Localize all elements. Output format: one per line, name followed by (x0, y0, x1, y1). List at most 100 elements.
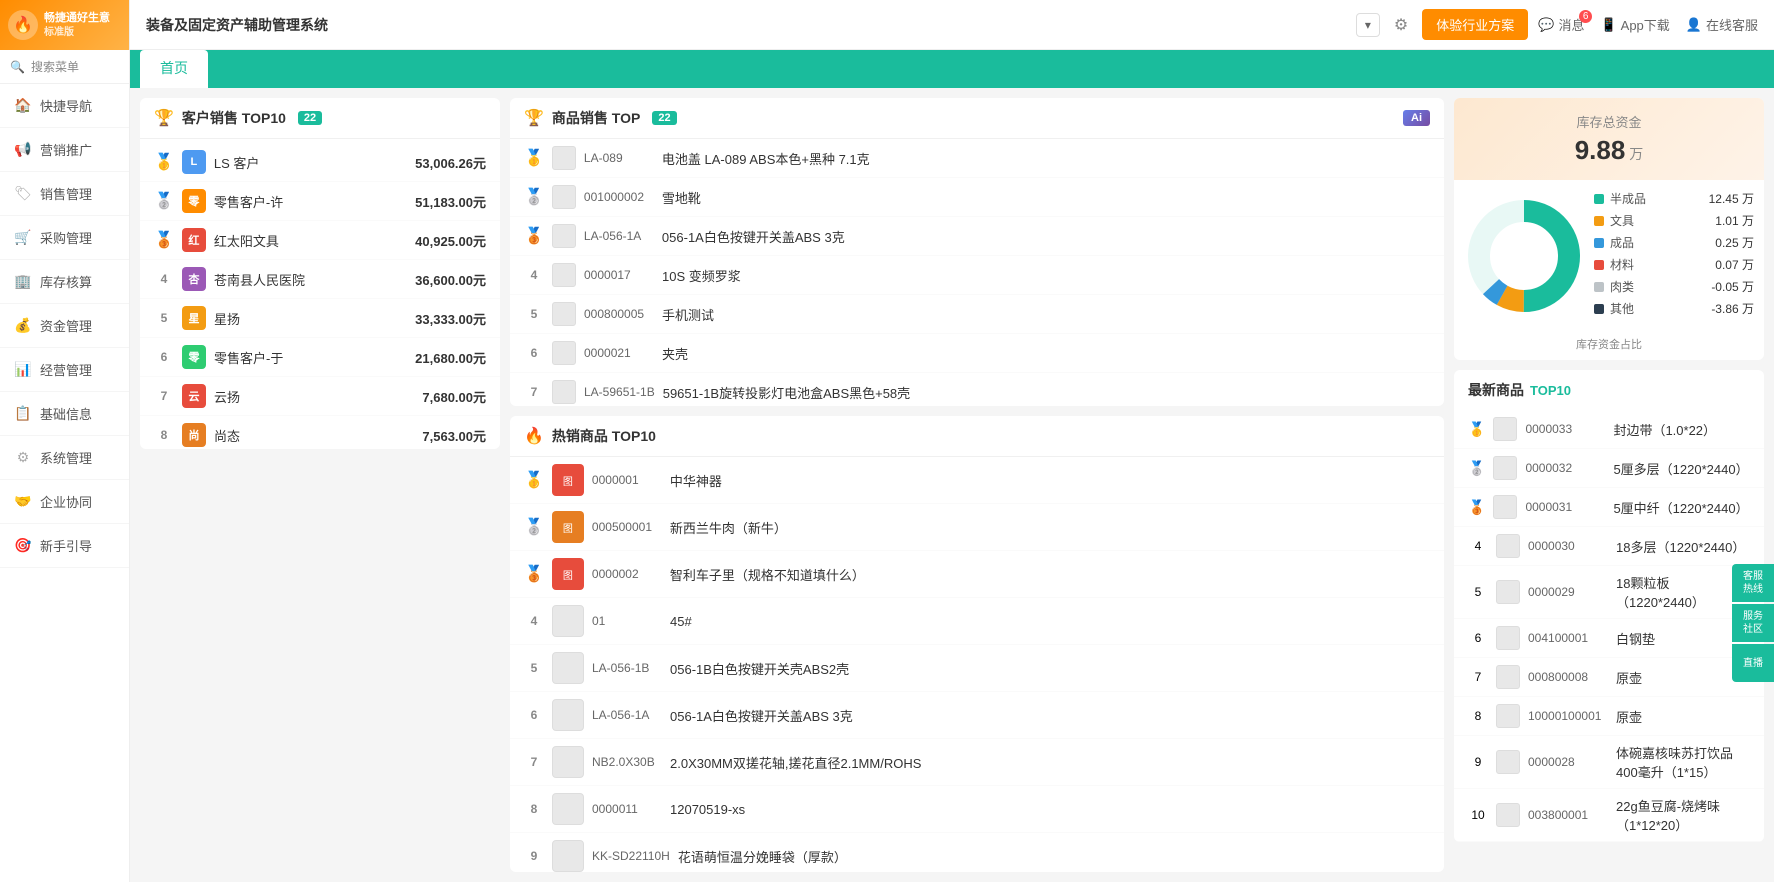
new-product-row: 8 10000100001 原壶 (1454, 697, 1764, 736)
product-img-placeholder (552, 605, 584, 637)
customer-rank-row: 7 云 云扬 7,680.00元 (140, 377, 500, 416)
goods-rank-card: 🏆 商品销售 TOP 22 Ai 🥇 LA-089 电池盖 LA-089 ABS… (510, 98, 1444, 406)
topbar-icon-1: 📱 (1600, 17, 1616, 33)
rank-number: 7 (524, 755, 544, 769)
sidebar-item-8[interactable]: ⚙系统管理 (0, 436, 129, 480)
nav-icon-7: 📋 (14, 405, 32, 423)
sidebar-item-2[interactable]: 🏷销售管理 (0, 172, 129, 216)
float-service-btn-0[interactable]: 客服 热线 (1732, 564, 1774, 602)
customer-amount: 7,563.00元 (422, 426, 486, 445)
medal-silver-icon: 🥈 (524, 517, 544, 537)
medal-silver-icon: 🥈 (154, 191, 174, 211)
customer-avatar: 尚 (182, 423, 206, 447)
float-service-btn-1[interactable]: 服务 社区 (1732, 604, 1774, 642)
goods-img-placeholder (552, 224, 576, 248)
legend-dot (1594, 194, 1604, 204)
float-service-btn-2[interactable]: 直播 (1732, 644, 1774, 682)
rank-number: 6 (524, 346, 544, 360)
customer-rank-row: 🥉 红 红太阳文具 40,925.00元 (140, 221, 500, 260)
sidebar-item-10[interactable]: 🎯新手引导 (0, 524, 129, 568)
customer-name: 星扬 (214, 309, 407, 328)
new-product-row: 🥇 0000033 封边带（1.0*22） (1454, 410, 1764, 449)
product-code: 0000001 (592, 473, 662, 487)
sidebar-item-0[interactable]: 🏠快捷导航 (0, 84, 129, 128)
hot-product-row: 9 KK-SD22110H 花语萌恒温分娩睡袋（厚款） (510, 833, 1444, 872)
goods-rank-row: 🥇 LA-089 电池盖 LA-089 ABS本色+黑种 7.1克 (510, 139, 1444, 178)
hot-product-row: 5 LA-056-1B 056-1B白色按键开关壳ABS2壳 (510, 645, 1444, 692)
topbar-right-item-1[interactable]: 📱App下载 (1600, 15, 1669, 34)
customer-amount: 51,183.00元 (415, 192, 486, 211)
sidebar-item-9[interactable]: 🤝企业协同 (0, 480, 129, 524)
topbar-label-2: 在线客服 (1706, 15, 1758, 34)
goods-name: 夹壳 (662, 344, 1430, 363)
legend-item: 肉类 -0.05 万 (1594, 278, 1754, 295)
rank-number: 8 (1468, 709, 1488, 723)
inventory-summary: 库存总资金 9.88 万 (1454, 98, 1764, 180)
goods-rank-list: 🥇 LA-089 电池盖 LA-089 ABS本色+黑种 7.1克 🥈 0010… (510, 139, 1444, 406)
legend-value: -0.05 万 (1711, 278, 1754, 295)
product-img-placeholder (552, 793, 584, 825)
goods-img-placeholder (552, 263, 576, 287)
sidebar-item-3[interactable]: 🛒采购管理 (0, 216, 129, 260)
customer-rank-list: 🥇 L LS 客户 53,006.26元 🥈 零 零售客户-许 51,183.0… (140, 139, 500, 449)
sidebar-item-5[interactable]: 💰资金管理 (0, 304, 129, 348)
customer-rank-row: 🥇 L LS 客户 53,006.26元 (140, 143, 500, 182)
logo-icon: 🔥 (8, 10, 38, 40)
goods-name: 电池盖 LA-089 ABS本色+黑种 7.1克 (662, 149, 1430, 168)
rank-number: 7 (1468, 670, 1488, 684)
sidebar: 🔥 畅捷通好生意 标准版 🔍 搜索菜单 🏠快捷导航📢营销推广🏷销售管理🛒采购管理… (0, 0, 130, 882)
donut-section: 半成品 12.45 万 文具 1.01 万 成品 0.25 万 材料 0.07 … (1454, 180, 1764, 332)
nav-icon-4: 🏢 (14, 273, 32, 291)
customer-name: LS 客户 (214, 153, 407, 172)
product-name: 056-1A白色按键开关盖ABS 3克 (670, 706, 1430, 725)
settings-button[interactable]: ⚙ (1390, 11, 1412, 39)
goods-rank-header: 🏆 商品销售 TOP 22 Ai (510, 98, 1444, 139)
tab-nav: 首页 (130, 50, 1774, 88)
customer-avatar: 杏 (182, 267, 206, 291)
search-menu[interactable]: 🔍 搜索菜单 (0, 50, 129, 84)
search-icon: 🔍 (10, 60, 25, 74)
topbar-icon-2: 👤 (1686, 17, 1702, 33)
sidebar-item-7[interactable]: 📋 基础信息 (0, 392, 129, 436)
dropdown-button[interactable]: ▾ (1356, 13, 1380, 37)
new-product-img (1496, 803, 1520, 827)
nav-label-7: 基础信息 (40, 404, 92, 423)
sidebar-item-1[interactable]: 📢营销推广 (0, 128, 129, 172)
new-product-code: 0000028 (1528, 755, 1608, 769)
donut-legend: 半成品 12.45 万 文具 1.01 万 成品 0.25 万 材料 0.07 … (1594, 190, 1754, 322)
new-product-row: 9 0000028 体碗嘉核味苏打饮品400毫升（1*15） (1454, 736, 1764, 789)
main-area: 装备及固定资产辅助管理系统 ▾ ⚙ 体验行业方案 💬消息6📱App下载👤在线客服… (130, 0, 1774, 882)
product-name: 花语萌恒温分娩睡袋（厚款） (678, 847, 1430, 866)
new-product-name: 原壶 (1616, 707, 1750, 726)
sidebar-item-6[interactable]: 📊经营管理 (0, 348, 129, 392)
medal-bronze-icon: 🥉 (154, 230, 174, 250)
topbar-right: 💬消息6 📱App下载 👤在线客服 (1538, 15, 1758, 34)
tab-home[interactable]: 首页 (140, 50, 208, 88)
new-product-img (1496, 534, 1520, 558)
sidebar-item-4[interactable]: 🏢库存核算 (0, 260, 129, 304)
topbar-right-item-0[interactable]: 💬消息6 (1538, 15, 1584, 34)
nav-label-8: 系统管理 (40, 448, 92, 467)
customer-avatar: 云 (182, 384, 206, 408)
goods-rank-row: 4 0000017 10S 变频罗浆 (510, 256, 1444, 295)
product-img-placeholder (552, 699, 584, 731)
customer-avatar: 零 (182, 189, 206, 213)
customer-avatar: L (182, 150, 206, 174)
product-img: 图 (552, 511, 584, 543)
trial-button[interactable]: 体验行业方案 (1422, 9, 1528, 40)
nav-icon-9: 🤝 (14, 493, 32, 511)
new-product-img (1496, 665, 1520, 689)
nav-icon-5: 💰 (14, 317, 32, 335)
customer-name: 零售客户-许 (214, 192, 407, 211)
rank-number: 4 (1468, 539, 1488, 553)
rank-number: 4 (524, 614, 544, 628)
topbar-right-item-2[interactable]: 👤在线客服 (1686, 15, 1758, 34)
nav-label-6: 经营管理 (40, 360, 92, 379)
rank-number: 9 (1468, 755, 1488, 769)
legend-dot (1594, 238, 1604, 248)
goods-img-placeholder (552, 302, 576, 326)
float-service: 客服 热线服务 社区直播 (1732, 564, 1774, 682)
goods-img-placeholder (552, 341, 576, 365)
goods-rank-row: 5 000800005 手机测试 (510, 295, 1444, 334)
product-name: 12070519-xs (670, 802, 1430, 817)
